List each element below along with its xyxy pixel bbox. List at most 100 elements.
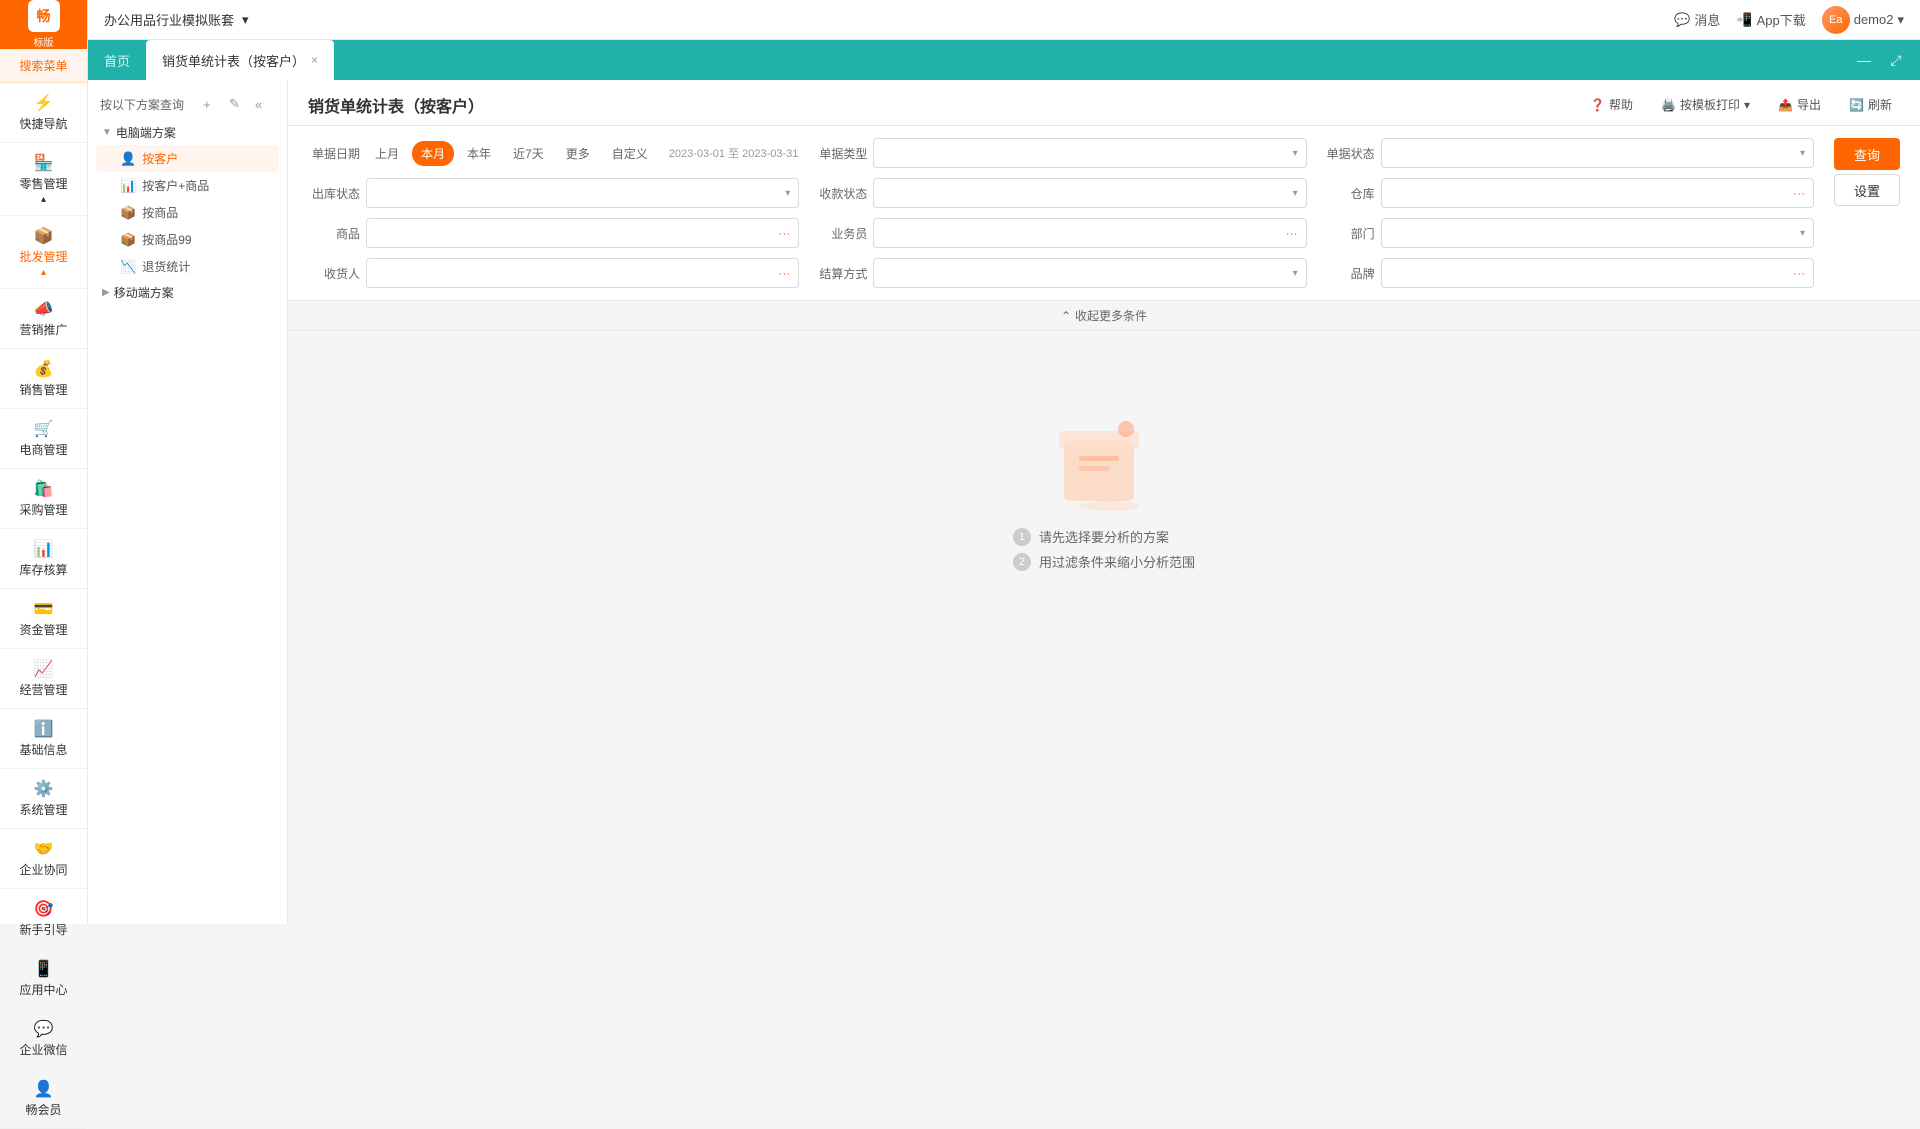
dept-chevron-icon: ▾ [1800,228,1805,239]
date-tab-this-year[interactable]: 本年 [458,141,500,166]
retail-icon: 🏪 [34,153,54,173]
date-tab-last-month[interactable]: 上月 [366,141,408,166]
collect-status-label: 收款状态 [815,185,867,202]
receiver-control[interactable]: ··· [366,258,799,288]
export-btn[interactable]: 📤 导出 [1770,92,1829,117]
scheme-group-desktop-header[interactable]: ▼ 电脑端方案 [96,120,279,145]
app-logo[interactable]: 畅 标版 [0,0,87,49]
filter-order-type: 单据类型 ▾ [815,138,1306,168]
add-icon: + [203,97,223,112]
finance-icon: 💳 [34,599,54,619]
app-download-btn[interactable]: 📲 App下载 [1736,10,1805,29]
goods-label: 商品 [308,225,360,242]
collect-status-control[interactable]: ▾ [873,178,1306,208]
empty-illustration [1054,411,1154,511]
scheme-edit-btn[interactable]: ✎ [229,94,249,114]
tip-2-num: 2 [1013,553,1031,571]
search-menu[interactable]: 搜索菜单 [0,49,87,83]
scheme-group-mobile: ▶ 移动端方案 [88,280,287,305]
sidebar-item-apps[interactable]: 📱 应用中心 [0,949,87,1009]
newbie-icon: 🎯 [34,899,54,919]
sidebar-item-member[interactable]: 👤 畅会员 [0,1069,87,1129]
collapse-bar[interactable]: ⌃ 收起更多条件 [288,301,1920,331]
filter-goods: 商品 ··· [308,218,799,248]
sidebar-item-ecommerce[interactable]: 🛒 电商管理 [0,409,87,469]
export-icon: 📤 [1778,98,1793,112]
brand-label: 品牌 [1323,265,1375,282]
scheme-item-by-customer[interactable]: 👤 按客户 [96,145,279,172]
sidebar-item-basic[interactable]: ℹ️ 基础信息 [0,709,87,769]
wholesale-arrow-icon: ▴ [41,267,46,278]
order-type-chevron-icon: ▾ [1293,148,1298,159]
order-type-label: 单据类型 [815,145,867,162]
mobile-expand-icon: ▶ [102,287,110,298]
sidebar-item-sales[interactable]: 💰 销售管理 [0,349,87,409]
scheme-item-by-goods[interactable]: 📦 按商品 [96,199,279,226]
header-right: 💬 消息 📲 App下载 Ea demo2 ▾ [1674,6,1904,34]
scheme-item-by-customer-goods[interactable]: 📊 按客户+商品 [96,172,279,199]
order-status-label: 单据状态 [1323,145,1375,162]
sidebar-item-system[interactable]: ⚙️ 系统管理 [0,769,87,829]
goods-control[interactable]: ··· [366,218,799,248]
scheme-group-mobile-header[interactable]: ▶ 移动端方案 [96,280,279,305]
date-tab-more[interactable]: 更多 [557,141,599,166]
scheme-item-return-stats[interactable]: 📉 退货统计 [96,253,279,280]
filter-receiver: 收货人 ··· [308,258,799,288]
sidebar-item-wechat[interactable]: 💬 企业微信 [0,1009,87,1069]
tab-minimize-btn[interactable]: — [1852,48,1876,72]
sidebar-item-marketing[interactable]: 📣 营销推广 [0,289,87,349]
date-tab-this-month[interactable]: 本月 [412,141,454,166]
order-status-control[interactable]: ▾ [1381,138,1814,168]
tab-close-btn[interactable]: × [311,53,318,67]
receiver-dots-icon: ··· [778,266,790,280]
apps-icon: 📱 [34,959,54,979]
query-button[interactable]: 查询 [1834,138,1900,170]
tab-maximize-btn[interactable]: ⤢ [1884,48,1908,72]
sidebar-item-finance[interactable]: 💳 资金管理 [0,589,87,649]
settlement-control[interactable]: ▾ [873,258,1306,288]
dept-label: 部门 [1323,225,1375,242]
user-dropdown-icon: ▾ [1897,12,1904,28]
sidebar-item-enterprise[interactable]: 🤝 企业协同 [0,829,87,889]
help-btn[interactable]: ❓ 帮助 [1582,92,1641,117]
template-print-btn[interactable]: 🖨️ 按模板打印 ▾ [1653,92,1758,117]
sidebar-item-wholesale[interactable]: 📦 批发管理 ▴ [0,216,87,289]
sidebar-item-operation[interactable]: 📈 经营管理 [0,649,87,709]
content-wrapper: 按以下方案查询 + ✎ « ▼ 电脑端方案 👤 按客户 [88,80,1920,924]
dept-control[interactable]: ▾ [1381,218,1814,248]
scheme-panel: 按以下方案查询 + ✎ « ▼ 电脑端方案 👤 按客户 [88,80,288,924]
scheme-collapse-btn[interactable]: « [255,94,275,114]
system-icon: ⚙️ [34,779,54,799]
empty-state: 1 请先选择要分析的方案 2 用过滤条件来缩小分析范围 [288,331,1920,651]
tab-bar: 首页 销货单统计表（按客户） × — ⤢ [88,40,1920,80]
date-range-display: 2023-03-01 至 2023-03-31 [669,145,799,161]
empty-tip-2: 2 用过滤条件来缩小分析范围 [1013,552,1195,571]
tab-active[interactable]: 销货单统计表（按客户） × [146,40,334,80]
out-status-control[interactable]: ▾ [366,178,799,208]
brand-control[interactable]: ··· [1381,258,1814,288]
sidebar-item-newbie[interactable]: 🎯 新手引导 [0,889,87,949]
tab-home[interactable]: 首页 [88,40,146,80]
date-tab-last-7days[interactable]: 近7天 [504,141,553,166]
sidebar-item-inventory[interactable]: 📊 库存核算 [0,529,87,589]
scheme-add-btn[interactable]: + [203,94,223,114]
by-goods-icon: 📦 [120,205,136,221]
dropdown-arrow-icon: ▾ [242,12,249,28]
refresh-btn[interactable]: 🔄 刷新 [1841,92,1900,117]
scheme-item-by-goods-99[interactable]: 📦 按商品99 [96,226,279,253]
salesman-control[interactable]: ··· [873,218,1306,248]
tip-1-num: 1 [1013,528,1031,546]
order-type-control[interactable]: ▾ [873,138,1306,168]
by-customer-goods-icon: 📊 [120,178,136,194]
date-tab-custom[interactable]: 自定义 [603,141,657,166]
sidebar-item-purchase[interactable]: 🛍️ 采购管理 [0,469,87,529]
member-icon: 👤 [34,1079,54,1099]
warehouse-control[interactable]: ··· [1381,178,1814,208]
user-menu[interactable]: Ea demo2 ▾ [1822,6,1904,34]
sidebar-item-quick-nav[interactable]: ⚡ 快捷导航 [0,83,87,143]
sidebar-item-retail[interactable]: 🏪 零售管理 ▴ [0,143,87,216]
filter-settlement: 结算方式 ▾ [815,258,1306,288]
wholesale-icon: 📦 [34,226,54,246]
message-btn[interactable]: 💬 消息 [1674,10,1720,29]
settings-button[interactable]: 设置 [1834,174,1900,206]
